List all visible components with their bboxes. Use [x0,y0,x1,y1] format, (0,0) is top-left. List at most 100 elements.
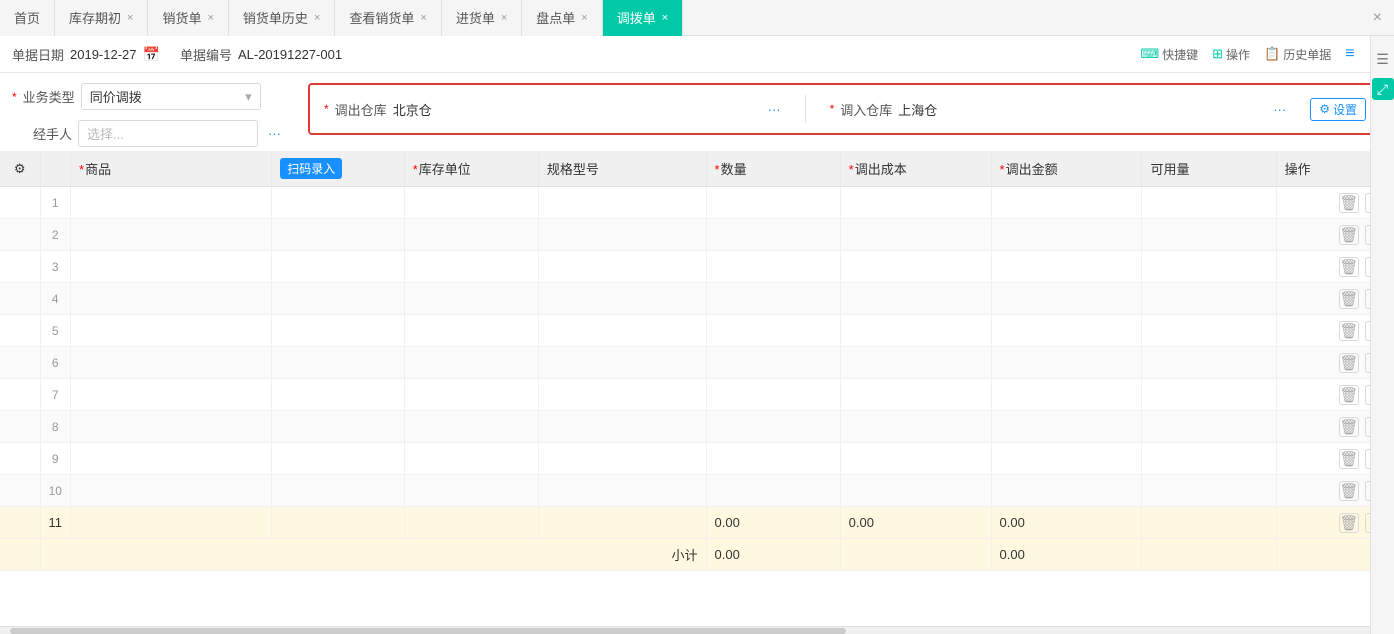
row-amount-10[interactable] [991,475,1142,507]
row-cost-2[interactable] [840,219,991,251]
subtotal-product[interactable] [71,507,272,539]
calendar-icon[interactable]: 📅 [143,46,160,63]
row-cost-8[interactable] [840,411,991,443]
delete-icon-4[interactable]: 🗑 [1339,289,1359,309]
row-unit-1[interactable] [404,187,538,219]
row-spec-7[interactable] [538,379,706,411]
row-product-5[interactable] [71,315,272,347]
tab-purchase-order[interactable]: 进货单 × [442,0,522,36]
delete-icon-1[interactable]: 🗑 [1339,193,1359,213]
close-tab-view-sales[interactable]: × [420,12,426,24]
row-product-6[interactable] [71,347,272,379]
row-spec-2[interactable] [538,219,706,251]
row-unit-6[interactable] [404,347,538,379]
row-cost-1[interactable] [840,187,991,219]
row-qty-4[interactable] [706,283,840,315]
row-product-8[interactable] [71,411,272,443]
row-cost-9[interactable] [840,443,991,475]
row-amount-6[interactable] [991,347,1142,379]
row-product-2[interactable] [71,219,272,251]
row-qty-10[interactable] [706,475,840,507]
in-warehouse-more-icon[interactable]: ··· [1273,102,1286,117]
handler-more-icon[interactable]: ··· [268,126,281,141]
row-cost-5[interactable] [840,315,991,347]
row-qty-7[interactable] [706,379,840,411]
row-qty-1[interactable] [706,187,840,219]
delete-icon-3[interactable]: 🗑 [1339,257,1359,277]
row-qty-8[interactable] [706,411,840,443]
row-unit-2[interactable] [404,219,538,251]
close-tab-transfer-order[interactable]: × [662,12,668,24]
tab-transfer-order[interactable]: 调拨单 × [603,0,683,36]
row-product-10[interactable] [71,475,272,507]
row-qty-5[interactable] [706,315,840,347]
row-spec-8[interactable] [538,411,706,443]
delete-icon-6[interactable]: 🗑 [1339,353,1359,373]
row-spec-6[interactable] [538,347,706,379]
sidebar-list-icon[interactable]: ☰ [1372,48,1394,70]
row-amount-7[interactable] [991,379,1142,411]
delete-icon-8[interactable]: 🗑 [1339,417,1359,437]
row-qty-2[interactable] [706,219,840,251]
subtotal-delete-icon[interactable]: 🗑 [1339,513,1359,533]
row-unit-9[interactable] [404,443,538,475]
delete-icon-2[interactable]: 🗑 [1339,225,1359,245]
row-cost-4[interactable] [840,283,991,315]
row-qty-9[interactable] [706,443,840,475]
delete-icon-5[interactable]: 🗑 [1339,321,1359,341]
tab-inventory-init[interactable]: 库存期初 × [55,0,148,36]
tab-sales-history[interactable]: 销货单历史 × [229,0,335,36]
history-btn[interactable]: 📋 历史单据 [1264,46,1331,63]
th-gear[interactable]: ⚙ [0,151,40,187]
row-spec-5[interactable] [538,315,706,347]
row-amount-2[interactable] [991,219,1142,251]
sidebar-expand-icon[interactable]: ⤢ [1372,78,1394,100]
close-tab-sales-order[interactable]: × [207,12,213,24]
row-spec-10[interactable] [538,475,706,507]
row-unit-10[interactable] [404,475,538,507]
row-spec-3[interactable] [538,251,706,283]
row-unit-3[interactable] [404,251,538,283]
row-spec-9[interactable] [538,443,706,475]
row-cost-10[interactable] [840,475,991,507]
row-unit-5[interactable] [404,315,538,347]
row-product-4[interactable] [71,283,272,315]
close-tab-inventory-init[interactable]: × [127,12,133,24]
column-settings-icon[interactable]: ⚙ [14,161,26,177]
row-spec-1[interactable] [538,187,706,219]
row-spec-4[interactable] [538,283,706,315]
row-cost-3[interactable] [840,251,991,283]
row-amount-8[interactable] [991,411,1142,443]
close-tab-inventory-check[interactable]: × [581,12,587,24]
delete-icon-10[interactable]: 🗑 [1339,481,1359,501]
tab-inventory-check[interactable]: 盘点单 × [522,0,602,36]
close-tab-sales-history[interactable]: × [314,12,320,24]
row-cost-6[interactable] [840,347,991,379]
tab-home[interactable]: 首页 [0,0,55,36]
window-close-button[interactable]: × [1361,9,1394,27]
scrollbar-thumb[interactable] [10,628,846,634]
row-qty-6[interactable] [706,347,840,379]
row-amount-4[interactable] [991,283,1142,315]
row-cost-7[interactable] [840,379,991,411]
layout-btn-1[interactable]: ≡ [1345,45,1354,63]
tab-sales-order[interactable]: 销货单 × [148,0,228,36]
row-qty-3[interactable] [706,251,840,283]
row-unit-8[interactable] [404,411,538,443]
delete-icon-7[interactable]: 🗑 [1339,385,1359,405]
horizontal-scrollbar[interactable] [0,626,1394,634]
row-product-7[interactable] [71,379,272,411]
operation-btn[interactable]: ⊞ 操作 [1212,46,1250,63]
row-amount-1[interactable] [991,187,1142,219]
tab-view-sales[interactable]: 查看销货单 × [335,0,441,36]
row-amount-3[interactable] [991,251,1142,283]
row-amount-5[interactable] [991,315,1142,347]
delete-icon-9[interactable]: 🗑 [1339,449,1359,469]
scan-input-button[interactable]: 扫码录入 [280,158,342,179]
out-warehouse-more-icon[interactable]: ··· [768,102,781,117]
business-type-select[interactable]: 同价调拨 ▾ [81,83,261,110]
handler-select[interactable]: 选择... [78,120,258,147]
row-product-1[interactable] [71,187,272,219]
row-unit-4[interactable] [404,283,538,315]
row-product-9[interactable] [71,443,272,475]
